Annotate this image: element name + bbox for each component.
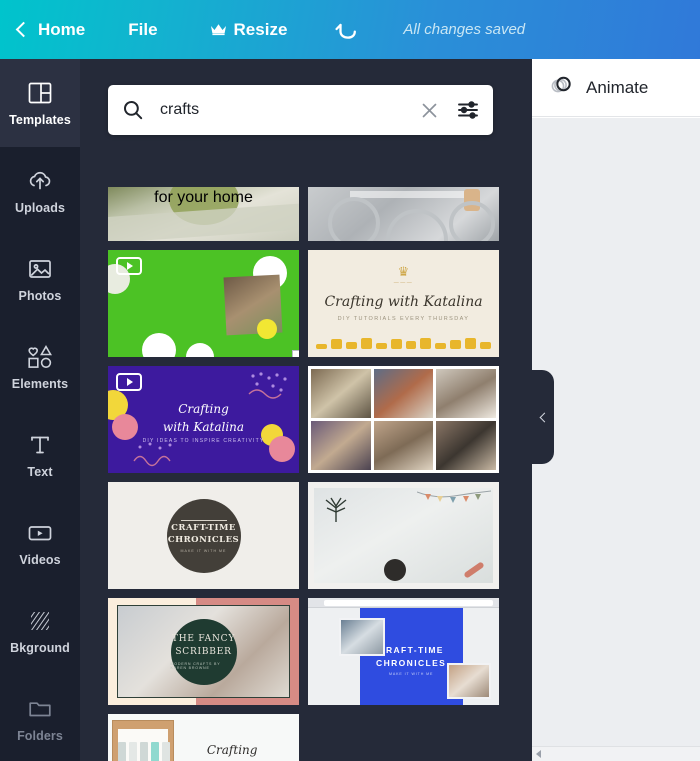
template-subtitle: MAKE IT WITH ME	[180, 548, 227, 553]
template-title-line2: CHRONICLES	[376, 657, 447, 668]
animate-label: Animate	[586, 77, 649, 97]
file-menu-button[interactable]: File	[128, 20, 157, 40]
upload-cloud-icon	[27, 168, 53, 194]
video-play-badge-icon	[116, 257, 142, 275]
sidebar-item-label: Folders	[17, 728, 63, 743]
scroll-left-arrow-icon[interactable]	[536, 750, 541, 758]
template-card-katalina-purple[interactable]: Crafting with Katalina DIY IDEAS TO INSP…	[108, 366, 299, 473]
thumbnail-art: ♛ ——— Crafting with Katalina DIY TUTORIA…	[308, 250, 499, 357]
thumbnail-art: CRAFT-TIME CHRONICLES MAKE IT WITH ME	[308, 598, 499, 705]
resize-button[interactable]: Resize	[210, 19, 288, 40]
template-row: BETSY DOES CRAFTS ♛ ——— Crafting with Ka…	[108, 250, 504, 357]
thumbnail-art: CRAFT-TIME CHRONICLES MAKE IT WITH ME	[108, 482, 299, 589]
template-results-grid: for your home ♛ ——— Crafting with Katali…	[80, 187, 532, 761]
sidebar-item-label: Videos	[19, 552, 61, 567]
photo-image-icon	[27, 256, 53, 282]
editor-canvas-area: Animate	[532, 59, 700, 761]
collapse-panel-button[interactable]	[532, 370, 554, 464]
templates-layout-icon	[27, 80, 53, 106]
chevron-left-icon	[539, 412, 550, 422]
template-subtitle: DIY IDEAS TO INSPIRE CREATIVITY	[142, 438, 265, 444]
text-t-icon	[27, 432, 53, 458]
sidebar-item-templates[interactable]: Templates	[0, 59, 80, 147]
template-row: for your home	[108, 187, 504, 241]
animate-toolbar: Animate	[532, 59, 700, 117]
template-card-betsy-does-crafts[interactable]: BETSY DOES CRAFTS	[108, 250, 299, 357]
undo-button[interactable]	[335, 19, 359, 41]
filter-sliders-icon[interactable]	[457, 100, 479, 120]
folder-icon	[27, 696, 53, 722]
template-card-fancy-scribber[interactable]: THE FANCY SCRIBBER MODERN CRAFTS BY KARE…	[108, 598, 299, 705]
chevron-left-icon	[15, 21, 32, 38]
template-card-boho-craftitude[interactable]: The Boho Craftitude HANDMADE GOODS AND C…	[308, 482, 499, 589]
hatch-pattern-icon	[27, 608, 53, 634]
home-label: Home	[38, 19, 86, 39]
sidebar-item-label: Text	[27, 464, 53, 479]
search-bar[interactable]	[108, 85, 493, 135]
template-card-craft-time-circle[interactable]: CRAFT-TIME CHRONICLES MAKE IT WITH ME	[108, 482, 299, 589]
sidebar-item-videos[interactable]: Videos	[0, 499, 80, 587]
sidebar-item-photos[interactable]: Photos	[0, 235, 80, 323]
template-card-crafting-chronicles[interactable]: Crafting Chronicles DIY IDEAS AND PROJEC…	[108, 714, 299, 761]
template-title: Crafting with Katalina	[324, 294, 483, 310]
undo-arrow-icon	[335, 19, 359, 41]
sidebar-item-label: Templates	[9, 112, 71, 127]
thumbnail-art	[308, 187, 499, 241]
thumbnail-art: THE FANCY SCRIBBER MODERN CRAFTS BY KARE…	[108, 598, 299, 705]
template-card-craft-time-blue[interactable]: CRAFT-TIME CHRONICLES MAKE IT WITH ME	[308, 598, 499, 705]
template-title-line1: CRAFT-TIME	[378, 645, 444, 655]
thumbnail-art	[308, 366, 499, 473]
template-title-line2: SCRIBBER	[175, 647, 232, 657]
template-row: Crafting Chronicles DIY IDEAS AND PROJEC…	[108, 714, 504, 761]
template-row: THE FANCY SCRIBBER MODERN CRAFTS BY KARE…	[108, 598, 504, 705]
search-magnifier-icon	[122, 99, 148, 121]
sidebar-item-elements[interactable]: Elements	[0, 323, 80, 411]
template-title: for your home	[154, 189, 253, 206]
video-play-icon	[26, 520, 54, 546]
thumbnail-art: Crafting Chronicles DIY IDEAS AND PROJEC…	[108, 714, 299, 761]
video-play-badge-icon	[116, 373, 142, 391]
top-toolbar: Home File Resize All changes saved	[0, 0, 700, 59]
thumbnail-art	[308, 482, 499, 589]
template-card-linen[interactable]: for your home	[108, 187, 299, 241]
template-row: Crafting with Katalina DIY IDEAS TO INSP…	[108, 366, 504, 473]
canva-editor-window: Home File Resize All changes saved Templ…	[0, 0, 700, 761]
template-title: Crafting with Katalina	[162, 402, 245, 434]
left-sidebar: Templates Uploads Photos Elements Text V…	[0, 59, 80, 761]
sidebar-item-label: Photos	[18, 288, 62, 303]
template-title-line1: THE FANCY	[171, 633, 236, 644]
template-title: Crafting Chronicles	[200, 743, 265, 761]
template-card-katalina-cream[interactable]: ♛ ——— Crafting with Katalina DIY TUTORIA…	[308, 250, 499, 357]
sidebar-item-uploads[interactable]: Uploads	[0, 147, 80, 235]
template-card-grey-bowls[interactable]	[308, 187, 499, 241]
sidebar-item-bkground[interactable]: Bkground	[0, 587, 80, 675]
crown-icon	[210, 23, 227, 36]
save-status: All changes saved	[403, 21, 525, 38]
template-row: CRAFT-TIME CHRONICLES MAKE IT WITH ME	[108, 482, 504, 589]
template-title-line1: CRAFT-TIME	[171, 523, 236, 534]
template-title-line2: CHRONICLES	[167, 534, 240, 545]
sidebar-item-label: Bkground	[10, 640, 70, 655]
clear-search-button[interactable]	[420, 101, 439, 120]
template-subtitle: DIY TUTORIALS EVERY THURSDAY	[337, 316, 470, 322]
stacked-circles-icon	[550, 74, 574, 101]
resize-label: Resize	[233, 19, 288, 39]
home-button[interactable]: Home	[15, 19, 86, 40]
templates-panel: for your home	[80, 59, 532, 761]
save-status-label: All changes saved	[403, 21, 526, 38]
template-subtitle: MODERN CRAFTS BY KAREN BROWNE	[170, 662, 221, 671]
resize-handle[interactable]	[292, 350, 299, 357]
shapes-icon	[26, 344, 54, 370]
template-card-art-with-adora[interactable]: Art With Adora TUTORIALS AND INSPIRATION…	[308, 366, 499, 473]
sidebar-item-folders[interactable]: Folders	[0, 675, 80, 761]
canvas-background	[532, 118, 700, 746]
file-label: File	[128, 19, 158, 39]
sidebar-item-text[interactable]: Text	[0, 411, 80, 499]
horizontal-scrollbar[interactable]	[532, 746, 700, 761]
sidebar-item-label: Uploads	[14, 200, 65, 215]
search-input[interactable]	[160, 101, 420, 119]
sidebar-item-label: Elements	[11, 376, 69, 391]
